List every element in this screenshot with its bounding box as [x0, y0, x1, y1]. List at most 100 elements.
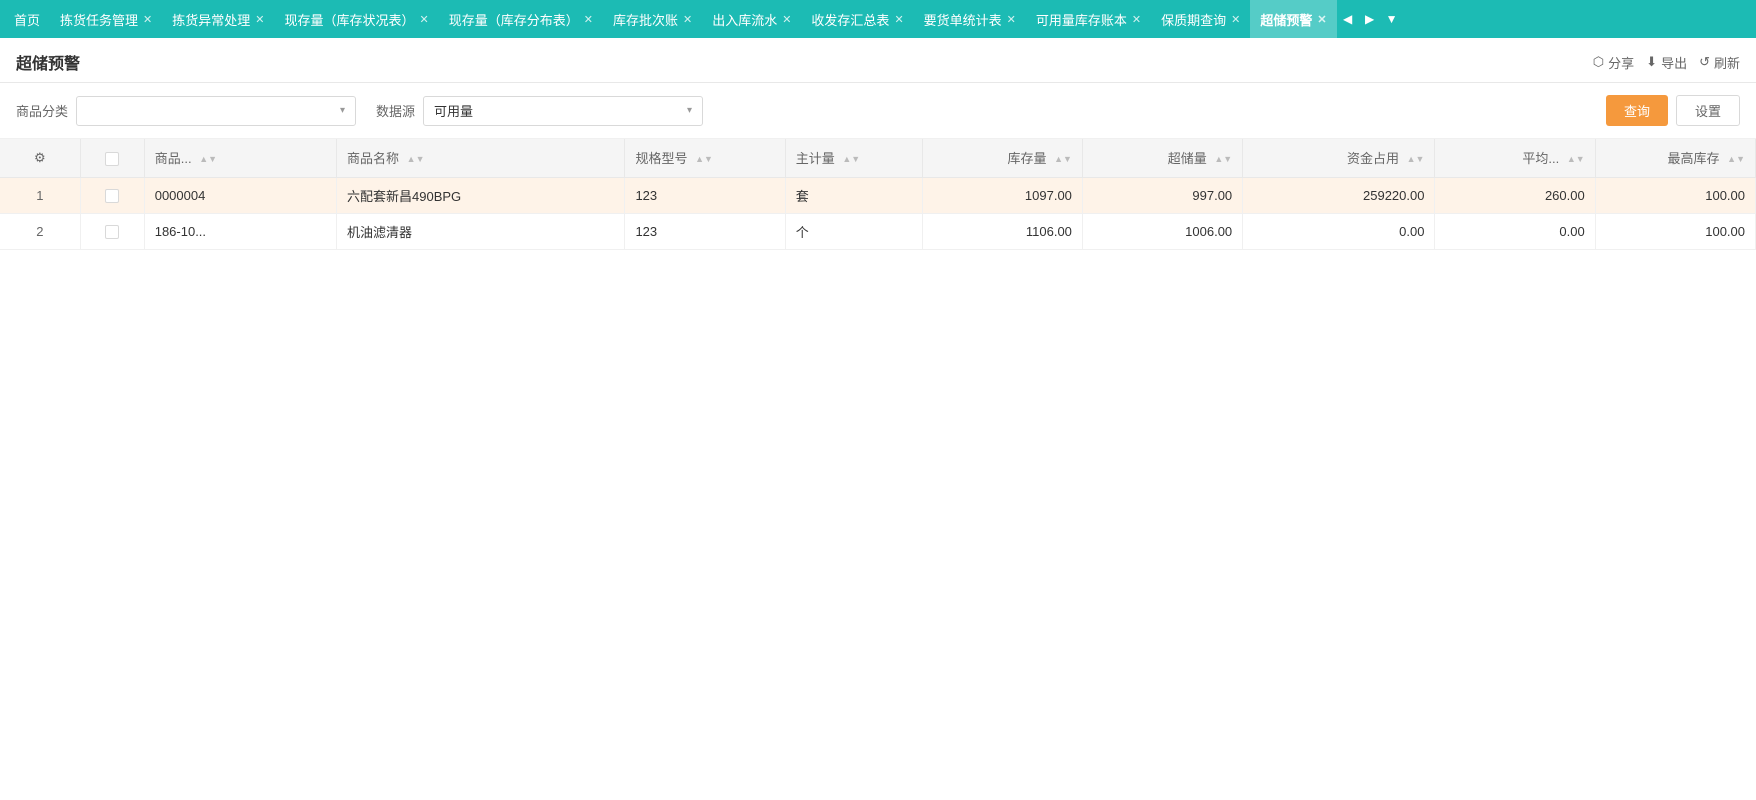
nav-prev-button[interactable]: ◀	[1337, 0, 1359, 38]
refresh-button[interactable]: ↺ 刷新	[1699, 53, 1740, 72]
category-label: 商品分类	[16, 101, 68, 120]
th-stock-label: 库存量	[1007, 151, 1046, 166]
close-icon[interactable]: ✕	[1132, 13, 1141, 26]
close-icon[interactable]: ✕	[1231, 13, 1240, 26]
sort-icon: ▲▼	[1407, 155, 1425, 164]
th-max-label: 最高库存	[1668, 151, 1720, 166]
nav-item-flow[interactable]: 出入库流水 ✕	[702, 0, 801, 38]
cell-max: 100.00	[1595, 213, 1755, 249]
nav-item-home[interactable]: 首页	[4, 0, 50, 38]
th-avg-label: 平均...	[1522, 151, 1559, 166]
nav-item-order-stat[interactable]: 要货单统计表 ✕	[914, 0, 1026, 38]
sort-icon: ▲▼	[842, 155, 860, 164]
nav-label-abnormal: 拣货异常处理	[172, 10, 250, 29]
close-icon[interactable]: ✕	[1317, 13, 1326, 26]
cell-code: 0000004	[144, 177, 336, 213]
nav-label-batch: 库存批次账	[613, 10, 678, 29]
th-capital[interactable]: 资金占用 ▲▼	[1243, 139, 1435, 177]
th-unit-label: 主计量	[796, 151, 835, 166]
th-code[interactable]: 商品... ▲▼	[144, 139, 336, 177]
refresh-label: 刷新	[1714, 53, 1740, 72]
close-icon[interactable]: ✕	[255, 13, 264, 26]
nav-item-inventory-status[interactable]: 现存量（库存状况表） ✕	[274, 0, 438, 38]
cell-stock: 1106.00	[922, 213, 1082, 249]
cell-spec: 123	[625, 213, 785, 249]
th-unit[interactable]: 主计量 ▲▼	[785, 139, 922, 177]
cell-index: 1	[0, 177, 80, 213]
cell-unit: 套	[785, 177, 922, 213]
category-filter-group: 商品分类 ▾	[16, 96, 356, 126]
nav-item-batch[interactable]: 库存批次账 ✕	[603, 0, 702, 38]
close-icon[interactable]: ✕	[143, 13, 152, 26]
cell-code: 186-10...	[144, 213, 336, 249]
nav-item-available[interactable]: 可用量库存账本 ✕	[1026, 0, 1151, 38]
th-name[interactable]: 商品名称 ▲▼	[337, 139, 625, 177]
settings-icon[interactable]: ⚙	[34, 150, 46, 166]
th-name-label: 商品名称	[347, 151, 399, 166]
nav-item-abnormal[interactable]: 拣货异常处理 ✕	[162, 0, 274, 38]
close-icon[interactable]: ✕	[894, 13, 903, 26]
filter-actions: 查询 设置	[1606, 95, 1740, 126]
nav-label-quality: 保质期查询	[1161, 10, 1226, 29]
sort-icon: ▲▼	[1214, 155, 1232, 164]
page-title: 超储预警	[16, 50, 80, 74]
th-spec-label: 规格型号	[635, 151, 687, 166]
cell-over: 1006.00	[1082, 213, 1242, 249]
th-over[interactable]: 超储量 ▲▼	[1082, 139, 1242, 177]
page-header: 超储预警 ⬡ 分享 ⬇ 导出 ↺ 刷新	[0, 38, 1756, 83]
th-over-label: 超储量	[1168, 151, 1207, 166]
top-navigation: 首页 拣货任务管理 ✕ 拣货异常处理 ✕ 现存量（库存状况表） ✕ 现存量（库存…	[0, 0, 1756, 38]
row-checkbox[interactable]	[105, 189, 119, 203]
close-icon[interactable]: ✕	[584, 13, 593, 26]
row-checkbox[interactable]	[105, 225, 119, 239]
close-icon[interactable]: ✕	[1007, 13, 1016, 26]
cell-max: 100.00	[1595, 177, 1755, 213]
nav-item-inventory-dist[interactable]: 现存量（库存分布表） ✕	[439, 0, 603, 38]
table-row: 2 186-10... 机油滤清器 123 个 1106.00 1006.00 …	[0, 213, 1756, 249]
export-icon: ⬇	[1646, 54, 1657, 70]
datasource-select[interactable]: 可用量 ▾	[423, 96, 703, 126]
datasource-filter-group: 数据源 可用量 ▾	[376, 96, 703, 126]
settings-button[interactable]: 设置	[1676, 95, 1740, 126]
close-icon[interactable]: ✕	[782, 13, 791, 26]
sort-icon: ▲▼	[407, 155, 425, 164]
th-stock[interactable]: 库存量 ▲▼	[922, 139, 1082, 177]
close-icon[interactable]: ✕	[683, 13, 692, 26]
th-settings: ⚙	[0, 139, 80, 177]
nav-label-available: 可用量库存账本	[1036, 10, 1127, 29]
export-button[interactable]: ⬇ 导出	[1646, 53, 1687, 72]
nav-next-button[interactable]: ▶	[1359, 0, 1381, 38]
share-button[interactable]: ⬡ 分享	[1593, 53, 1634, 72]
th-max[interactable]: 最高库存 ▲▼	[1595, 139, 1755, 177]
refresh-icon: ↺	[1699, 54, 1710, 70]
query-button[interactable]: 查询	[1606, 95, 1668, 126]
cell-checkbox	[80, 177, 144, 213]
nav-item-quality[interactable]: 保质期查询 ✕	[1151, 0, 1250, 38]
cell-stock: 1097.00	[922, 177, 1082, 213]
category-select[interactable]: ▾	[76, 96, 356, 126]
nav-label-collect: 收发存汇总表	[811, 10, 889, 29]
nav-item-task[interactable]: 拣货任务管理 ✕	[50, 0, 162, 38]
sort-icon: ▲▼	[1727, 155, 1745, 164]
th-capital-label: 资金占用	[1347, 151, 1399, 166]
nav-label-order-stat: 要货单统计表	[924, 10, 1002, 29]
export-label: 导出	[1661, 53, 1687, 72]
th-spec[interactable]: 规格型号 ▲▼	[625, 139, 785, 177]
close-icon[interactable]: ✕	[420, 13, 429, 26]
nav-item-collect[interactable]: 收发存汇总表 ✕	[801, 0, 913, 38]
datasource-label: 数据源	[376, 101, 415, 120]
sort-icon: ▲▼	[199, 155, 217, 164]
select-all-checkbox[interactable]	[105, 152, 119, 166]
table-header-row: ⚙ 商品... ▲▼ 商品名称 ▲▼ 规格型号 ▲▼	[0, 139, 1756, 177]
th-avg[interactable]: 平均... ▲▼	[1435, 139, 1595, 177]
cell-capital: 259220.00	[1243, 177, 1435, 213]
cell-spec: 123	[625, 177, 785, 213]
sort-icon: ▲▼	[1567, 155, 1585, 164]
cell-avg: 260.00	[1435, 177, 1595, 213]
nav-more-button[interactable]: ▼	[1381, 0, 1403, 38]
table-row: 1 0000004 六配套新昌490BPG 123 套 1097.00 997.…	[0, 177, 1756, 213]
table-container: ⚙ 商品... ▲▼ 商品名称 ▲▼ 规格型号 ▲▼	[0, 139, 1756, 250]
nav-item-overstock[interactable]: 超储预警 ✕	[1250, 0, 1336, 38]
nav-label-inventory-dist: 现存量（库存分布表）	[449, 10, 579, 29]
cell-name: 六配套新昌490BPG	[337, 177, 625, 213]
